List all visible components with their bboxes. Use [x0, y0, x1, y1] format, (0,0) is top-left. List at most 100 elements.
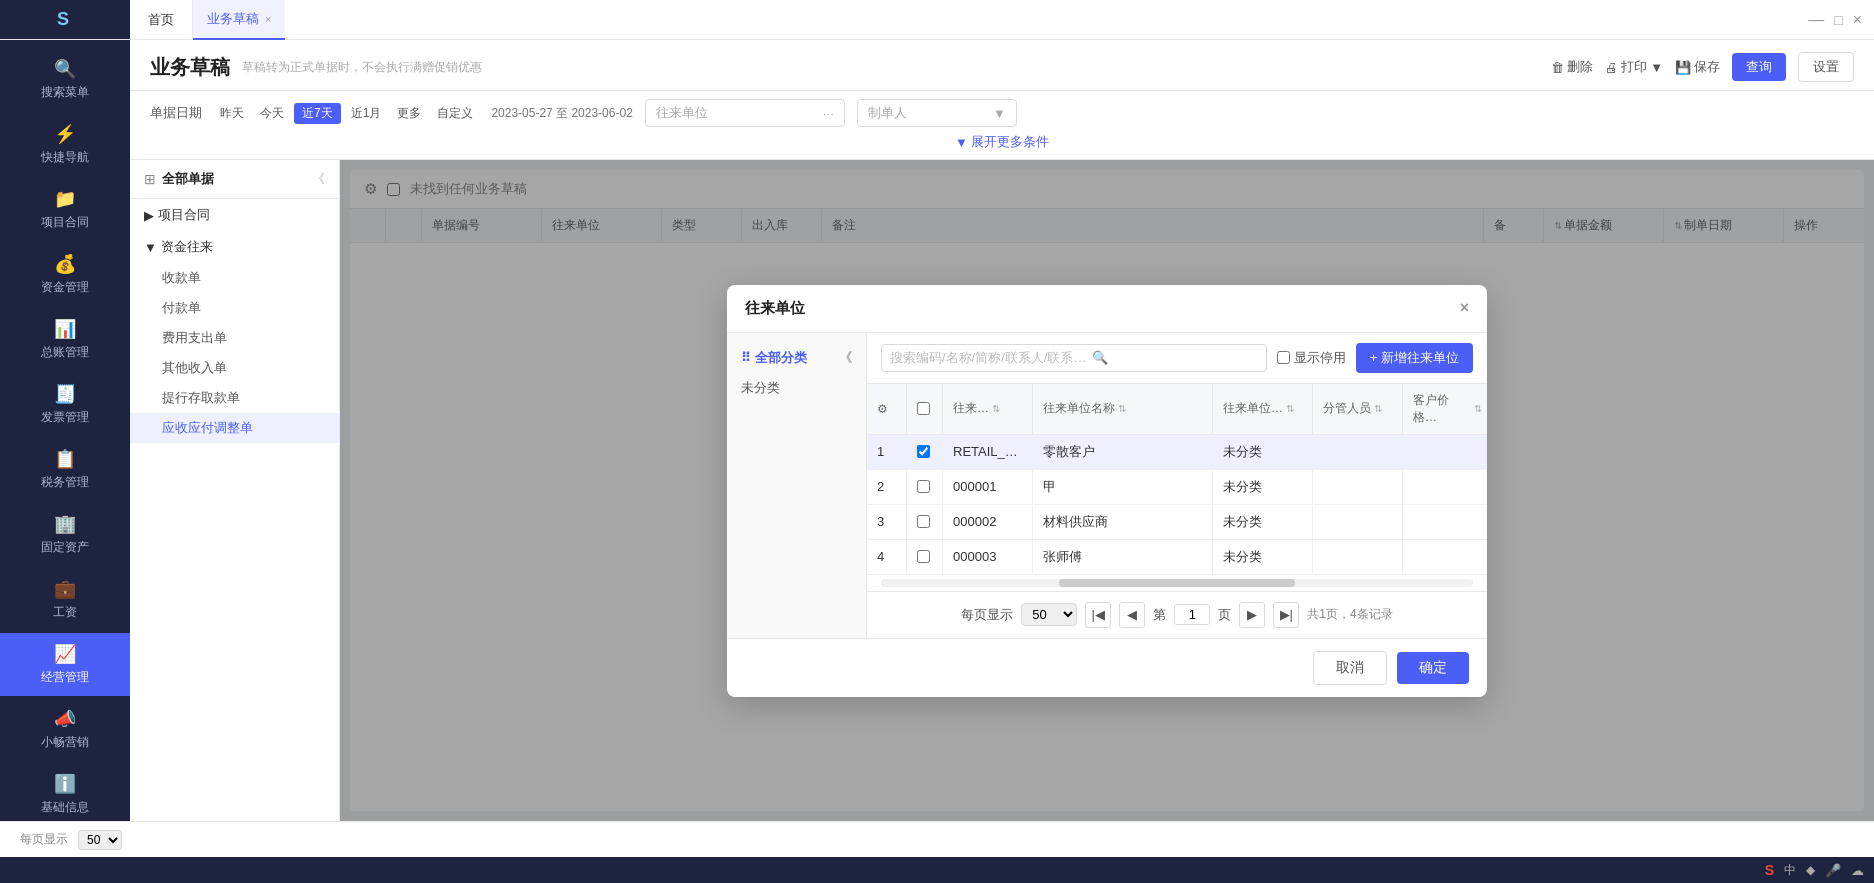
status-diamond-icon: ◆ — [1806, 863, 1815, 877]
dth-name: 往来单位名称 ⇅ — [1033, 384, 1213, 434]
row-checkbox-2[interactable] — [907, 470, 943, 504]
row-check-3[interactable] — [917, 515, 930, 528]
expand-more-btn[interactable]: ▼ 展开更多条件 — [955, 133, 1049, 151]
save-button[interactable]: 💾 保存 — [1675, 58, 1720, 76]
window-maximize-icon[interactable]: □ — [1834, 12, 1842, 28]
tab-home[interactable]: 首页 — [130, 0, 193, 40]
prev-page-button[interactable]: ◀ — [1119, 602, 1145, 628]
dth-salesperson: 分管人员 ⇅ — [1313, 384, 1403, 434]
delete-button[interactable]: 🗑 删除 — [1551, 58, 1593, 76]
invoice-icon: 🧾 — [54, 383, 76, 405]
sidebar-item-salary-label: 工资 — [53, 604, 77, 621]
dialog-close-button[interactable]: × — [1460, 299, 1469, 317]
tree-item-bank[interactable]: 提行存取款单 — [130, 383, 339, 413]
tree-item-receipt[interactable]: 收款单 — [130, 263, 339, 293]
tree-item-financial[interactable]: ▼ 资金往来 — [130, 231, 339, 263]
sidebar-item-finance[interactable]: 💰 资金管理 — [0, 243, 130, 306]
tree-item-project[interactable]: ▶ 项目合同 — [130, 199, 339, 231]
row-check-2[interactable] — [917, 480, 930, 493]
partner-filter[interactable]: 往来单位 ··· — [645, 99, 845, 127]
table-row[interactable]: 2 000001 甲 未分类 — [867, 470, 1487, 505]
dialog-table-header: ⚙ 往来… ⇅ — [867, 384, 1487, 435]
show-disabled-checkbox[interactable] — [1277, 351, 1290, 364]
row-check-1[interactable] — [917, 445, 930, 458]
sidebar-item-tax[interactable]: 📋 税务管理 — [0, 438, 130, 501]
sidebar-item-invoice-label: 发票管理 — [41, 409, 89, 426]
tree-item-other-income[interactable]: 其他收入单 — [130, 353, 339, 383]
sidebar-item-operations-label: 经营管理 — [41, 669, 89, 686]
scrollbar-thumb[interactable] — [1059, 579, 1296, 587]
all-docs-label: 全部单据 — [162, 170, 214, 188]
status-s-icon: S — [1765, 862, 1774, 878]
sidebar-item-search-label: 搜索菜单 — [41, 84, 89, 101]
window-close-icon[interactable]: × — [1853, 11, 1862, 29]
date-option-today[interactable]: 今天 — [254, 103, 290, 124]
sidebar-item-project[interactable]: 📁 项目合同 — [0, 178, 130, 241]
page-subtitle: 草稿转为正式单据时，不会执行满赠促销优惠 — [242, 59, 482, 76]
status-mic-icon: 🎤 — [1825, 863, 1841, 878]
window-minimize-icon[interactable]: — — [1808, 11, 1824, 29]
cat-sort-icon: ⇅ — [1286, 403, 1294, 414]
table-row[interactable]: 1 RETAIL_… 零散客户 未分类 — [867, 435, 1487, 470]
sidebar-item-marketing[interactable]: 📣 小畅营销 — [0, 698, 130, 761]
table-row[interactable]: 4 000003 张师傅 未分类 — [867, 540, 1487, 575]
tree-item-adj[interactable]: 应收应付调整单 — [130, 413, 339, 443]
next-page-button[interactable]: ▶ — [1239, 602, 1265, 628]
query-button[interactable]: 查询 — [1732, 53, 1786, 81]
collapse-btn[interactable]: 《 — [312, 170, 325, 188]
row-code-3: 000002 — [943, 505, 1033, 539]
grid-dots-icon: ⠿ — [741, 350, 751, 365]
tree-item-expense[interactable]: 费用支出单 — [130, 323, 339, 353]
creator-filter[interactable]: 制单人 ▼ — [857, 99, 1017, 127]
status-lang-icon: 中 — [1784, 862, 1796, 879]
gear-icon[interactable]: ⚙ — [877, 402, 888, 416]
add-partner-button[interactable]: + 新增往来单位 — [1356, 343, 1473, 373]
row-checkbox-3[interactable] — [907, 505, 943, 539]
horizontal-scrollbar[interactable] — [881, 579, 1473, 587]
settings-button[interactable]: 设置 — [1798, 52, 1854, 82]
dialog-category-header[interactable]: ⠿ 全部分类 《 — [727, 343, 866, 373]
sidebar-item-basic[interactable]: ℹ️ 基础信息 — [0, 763, 130, 821]
date-option-yesterday[interactable]: 昨天 — [214, 103, 250, 124]
dth-price-label: 客户价格… — [1413, 392, 1471, 426]
first-page-button[interactable]: |◀ — [1085, 602, 1111, 628]
date-option-7days[interactable]: 近7天 — [294, 103, 341, 124]
dialog-overlay: 往来单位 × ⠿ 全部分类 《 — [340, 160, 1874, 821]
table-row[interactable]: 3 000002 材料供应商 未分类 — [867, 505, 1487, 540]
date-option-1month[interactable]: 近1月 — [345, 103, 388, 124]
per-page-select[interactable]: 50 100 — [1021, 603, 1077, 626]
tree-item-payment[interactable]: 付款单 — [130, 293, 339, 323]
tab-close-icon[interactable]: × — [265, 13, 271, 25]
show-disabled-label: 显示停用 — [1294, 349, 1346, 367]
dth-name-label: 往来单位名称 — [1043, 400, 1115, 417]
row-check-4[interactable] — [917, 550, 930, 563]
sidebar-item-invoice[interactable]: 🧾 发票管理 — [0, 373, 130, 436]
dt-select-all[interactable] — [917, 402, 930, 415]
print-button[interactable]: 🖨 打印 ▼ — [1605, 58, 1663, 76]
sidebar-item-salary[interactable]: 💼 工资 — [0, 568, 130, 631]
sidebar-item-account[interactable]: 📊 总账管理 — [0, 308, 130, 371]
partner-filter-label: 往来单位 — [656, 104, 708, 122]
partner-dialog: 往来单位 × ⠿ 全部分类 《 — [727, 285, 1487, 697]
sidebar-item-quicknav[interactable]: ⚡ 快捷导航 — [0, 113, 130, 176]
tab-draft[interactable]: 业务草稿 × — [193, 0, 285, 40]
confirm-button[interactable]: 确定 — [1397, 652, 1469, 684]
show-disabled-wrap[interactable]: 显示停用 — [1277, 349, 1346, 367]
dialog-category-unclassified[interactable]: 未分类 — [727, 373, 866, 403]
page-number-input[interactable] — [1174, 604, 1210, 625]
sidebar-item-operations[interactable]: 📈 经营管理 — [0, 633, 130, 696]
search-input-wrap[interactable]: 搜索编码/名称/简称/联系人/联系… 🔍 — [881, 344, 1267, 372]
date-option-custom[interactable]: 自定义 — [431, 103, 479, 124]
row-checkbox-4[interactable] — [907, 540, 943, 574]
last-page-button[interactable]: ▶| — [1273, 602, 1299, 628]
cancel-button[interactable]: 取消 — [1313, 651, 1387, 685]
date-option-more[interactable]: 更多 — [391, 103, 427, 124]
row-category-3: 未分类 — [1213, 505, 1313, 539]
bottom-per-page-select[interactable]: 50 — [78, 830, 122, 850]
sidebar-item-asset[interactable]: 🏢 固定资产 — [0, 503, 130, 566]
asset-icon: 🏢 — [54, 513, 76, 535]
sidebar-item-search[interactable]: 🔍 搜索菜单 — [0, 48, 130, 111]
tree-item-receipt-label: 收款单 — [162, 270, 201, 285]
row-checkbox-1[interactable] — [907, 435, 943, 469]
date-filter-label: 单据日期 — [150, 104, 202, 122]
